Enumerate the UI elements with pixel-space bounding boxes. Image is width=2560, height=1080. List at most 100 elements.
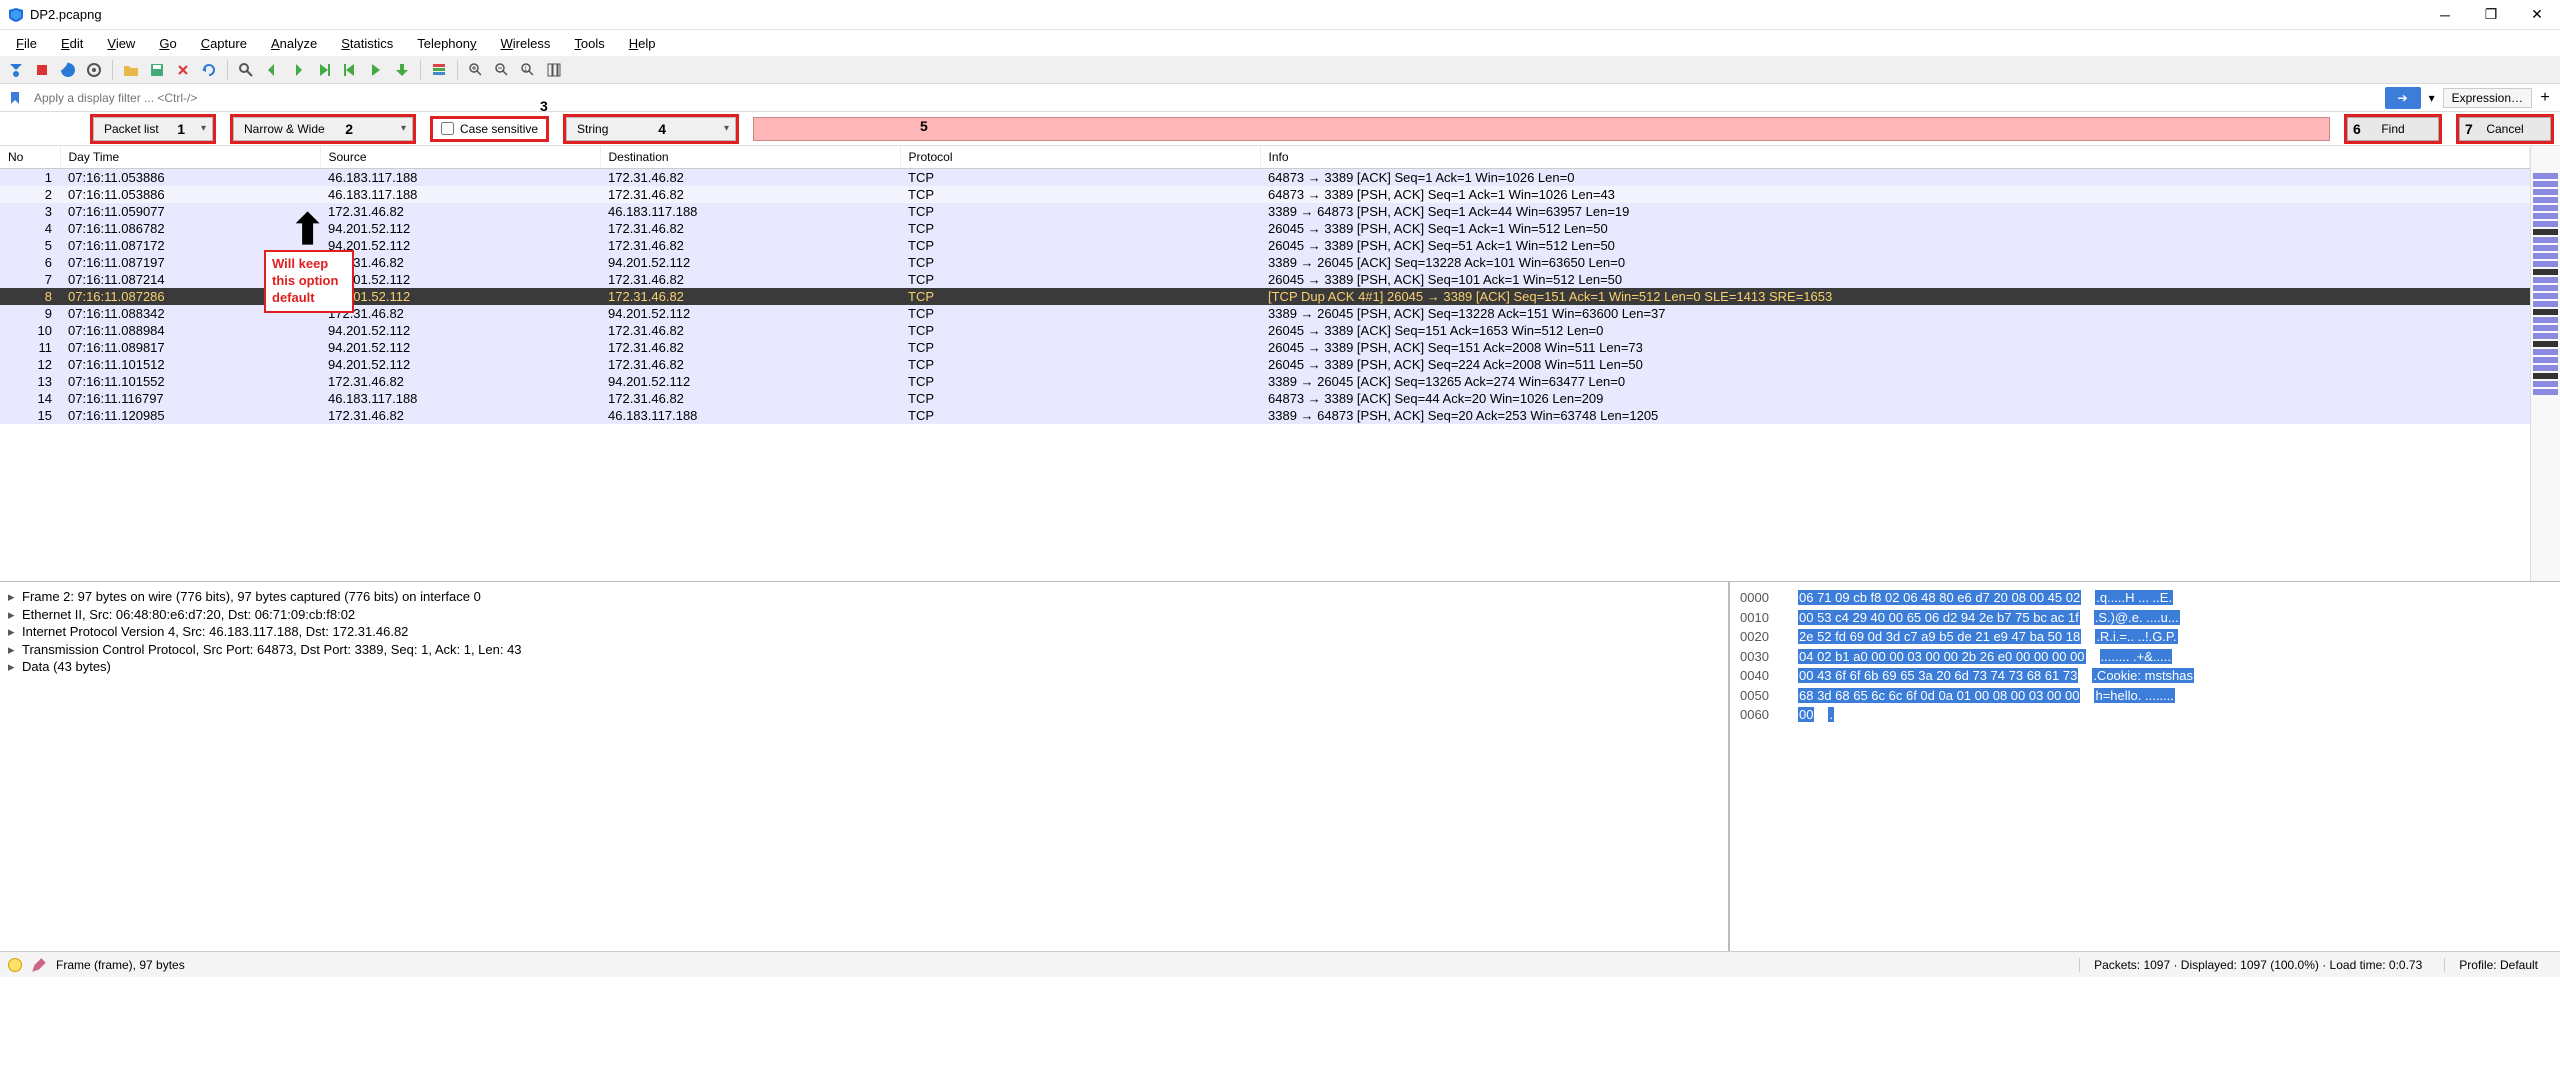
table-row[interactable]: 907:16:11.088342172.31.46.8294.201.52.11… [0,305,2530,322]
statusbar: Frame (frame), 97 bytes Packets: 1097 · … [0,951,2560,977]
annotation-2: 2 [345,121,353,137]
close-button[interactable]: ✕ [2514,0,2560,30]
restart-capture-icon[interactable] [56,58,80,82]
apply-filter-button[interactable]: ➔ [2385,87,2421,109]
zoom-in-icon[interactable] [464,58,488,82]
filter-bar: ➔ ▾ Expression… + [0,84,2560,112]
table-row[interactable]: 1507:16:11.120985172.31.46.8246.183.117.… [0,407,2530,424]
menu-analyze[interactable]: Analyze [259,33,329,54]
minimize-button[interactable]: ─ [2422,0,2468,30]
detail-line[interactable]: Transmission Control Protocol, Src Port:… [8,641,1720,659]
menu-help[interactable]: Help [617,33,668,54]
find-packet-icon[interactable] [234,58,258,82]
window-title: DP2.pcapng [30,7,2422,22]
hex-row[interactable]: 001000 53 c4 29 40 00 65 06 d2 94 2e b7 … [1740,608,2550,628]
annotation-4: 4 [658,121,666,137]
annotation-5: 5 [920,118,928,134]
start-capture-icon[interactable] [4,58,28,82]
annotation-7: 7 [2465,121,2473,137]
reload-icon[interactable] [197,58,221,82]
col-daytime[interactable]: Day Time [60,146,320,169]
table-row[interactable]: 1007:16:11.08898494.201.52.112172.31.46.… [0,322,2530,339]
case-sensitive-checkbox[interactable]: Case sensitive [433,119,546,139]
find-input[interactable] [753,117,2330,141]
col-source[interactable]: Source [320,146,600,169]
app-icon [8,7,24,23]
hex-row[interactable]: 00202e 52 fd 69 0d 3d c7 a9 b5 de 21 e9 … [1740,627,2550,647]
col-destination[interactable]: Destination [600,146,900,169]
find-width-select[interactable]: Narrow & Wide [233,117,413,141]
packet-bytes[interactable]: 000006 71 09 cb f8 02 06 48 80 e6 d7 20 … [1730,582,2560,951]
menu-edit[interactable]: Edit [49,33,95,54]
menu-capture[interactable]: Capture [189,33,259,54]
table-row[interactable]: 107:16:11.05388646.183.117.188172.31.46.… [0,169,2530,187]
detail-line[interactable]: Data (43 bytes) [8,658,1720,676]
packet-list[interactable]: No Day Time Source Destination Protocol … [0,146,2530,581]
zoom-reset-icon[interactable]: 1 [516,58,540,82]
menu-wireless[interactable]: Wireless [489,33,563,54]
table-row[interactable]: 307:16:11.059077172.31.46.8246.183.117.1… [0,203,2530,220]
col-no[interactable]: No [0,146,60,169]
table-row[interactable]: 1307:16:11.101552172.31.46.8294.201.52.1… [0,373,2530,390]
hex-row[interactable]: 005068 3d 68 65 6c 6c 6f 0d 0a 01 00 08 … [1740,686,2550,706]
go-first-icon[interactable] [338,58,362,82]
expression-button[interactable]: Expression… [2443,88,2532,108]
menu-file[interactable]: File [4,33,49,54]
find-bar: Packet list 1 Narrow & Wide 2 Case sensi… [0,112,2560,146]
add-filter-button[interactable]: + [2534,89,2556,107]
menu-tools[interactable]: Tools [562,33,616,54]
edit-icon[interactable] [30,956,48,974]
auto-scroll-icon[interactable] [390,58,414,82]
hex-row[interactable]: 004000 43 6f 6f 6b 69 65 3a 20 6d 73 74 … [1740,666,2550,686]
col-info[interactable]: Info [1260,146,2530,169]
titlebar: DP2.pcapng ─ ❐ ✕ [0,0,2560,30]
table-row[interactable]: 1207:16:11.10151294.201.52.112172.31.46.… [0,356,2530,373]
go-back-icon[interactable] [260,58,284,82]
zoom-out-icon[interactable] [490,58,514,82]
annotation-6: 6 [2353,121,2361,137]
table-row[interactable]: 707:16:11.08721494.201.52.112172.31.46.8… [0,271,2530,288]
table-row[interactable]: 507:16:11.08717294.201.52.112172.31.46.8… [0,237,2530,254]
minimap[interactable] [2530,146,2560,581]
annotation-1: 1 [177,121,185,137]
bookmark-icon[interactable] [4,87,26,109]
stop-capture-icon[interactable] [30,58,54,82]
filter-history-dropdown[interactable]: ▾ [2423,87,2441,109]
menu-go[interactable]: Go [147,33,188,54]
col-protocol[interactable]: Protocol [900,146,1260,169]
table-row[interactable]: 207:16:11.05388646.183.117.188172.31.46.… [0,186,2530,203]
menubar: File Edit View Go Capture Analyze Statis… [0,30,2560,56]
table-row[interactable]: 807:16:11.08728694.201.52.112172.31.46.8… [0,288,2530,305]
hex-row[interactable]: 000006 71 09 cb f8 02 06 48 80 e6 d7 20 … [1740,588,2550,608]
colorize-icon[interactable] [427,58,451,82]
find-scope-select[interactable]: Packet list [93,117,213,141]
open-file-icon[interactable] [119,58,143,82]
table-row[interactable]: 407:16:11.08678294.201.52.112172.31.46.8… [0,220,2530,237]
close-file-icon[interactable] [171,58,195,82]
expert-info-icon[interactable] [8,958,22,972]
menu-view[interactable]: View [95,33,147,54]
go-to-packet-icon[interactable] [312,58,336,82]
detail-line[interactable]: Ethernet II, Src: 06:48:80:e6:d7:20, Dst… [8,606,1720,624]
hex-row[interactable]: 006000. [1740,705,2550,725]
hex-row[interactable]: 003004 02 b1 a0 00 00 03 00 00 2b 26 e0 … [1740,647,2550,667]
detail-line[interactable]: Frame 2: 97 bytes on wire (776 bits), 97… [8,588,1720,606]
maximize-button[interactable]: ❐ [2468,0,2514,30]
detail-line[interactable]: Internet Protocol Version 4, Src: 46.183… [8,623,1720,641]
find-type-select[interactable]: String [566,117,736,141]
annotation-3: 3 [540,98,548,114]
table-row[interactable]: 607:16:11.087197172.31.46.8294.201.52.11… [0,254,2530,271]
packet-details[interactable]: Frame 2: 97 bytes on wire (776 bits), 97… [0,582,1730,951]
resize-columns-icon[interactable] [542,58,566,82]
capture-options-icon[interactable] [82,58,106,82]
menu-telephony[interactable]: Telephony [405,33,488,54]
menu-statistics[interactable]: Statistics [329,33,405,54]
table-row[interactable]: 1407:16:11.11679746.183.117.188172.31.46… [0,390,2530,407]
table-row[interactable]: 1107:16:11.08981794.201.52.112172.31.46.… [0,339,2530,356]
save-file-icon[interactable] [145,58,169,82]
toolbar: 1 [0,56,2560,84]
display-filter-input[interactable] [28,87,2383,109]
status-profile[interactable]: Profile: Default [2444,958,2552,972]
go-last-icon[interactable] [364,58,388,82]
go-forward-icon[interactable] [286,58,310,82]
